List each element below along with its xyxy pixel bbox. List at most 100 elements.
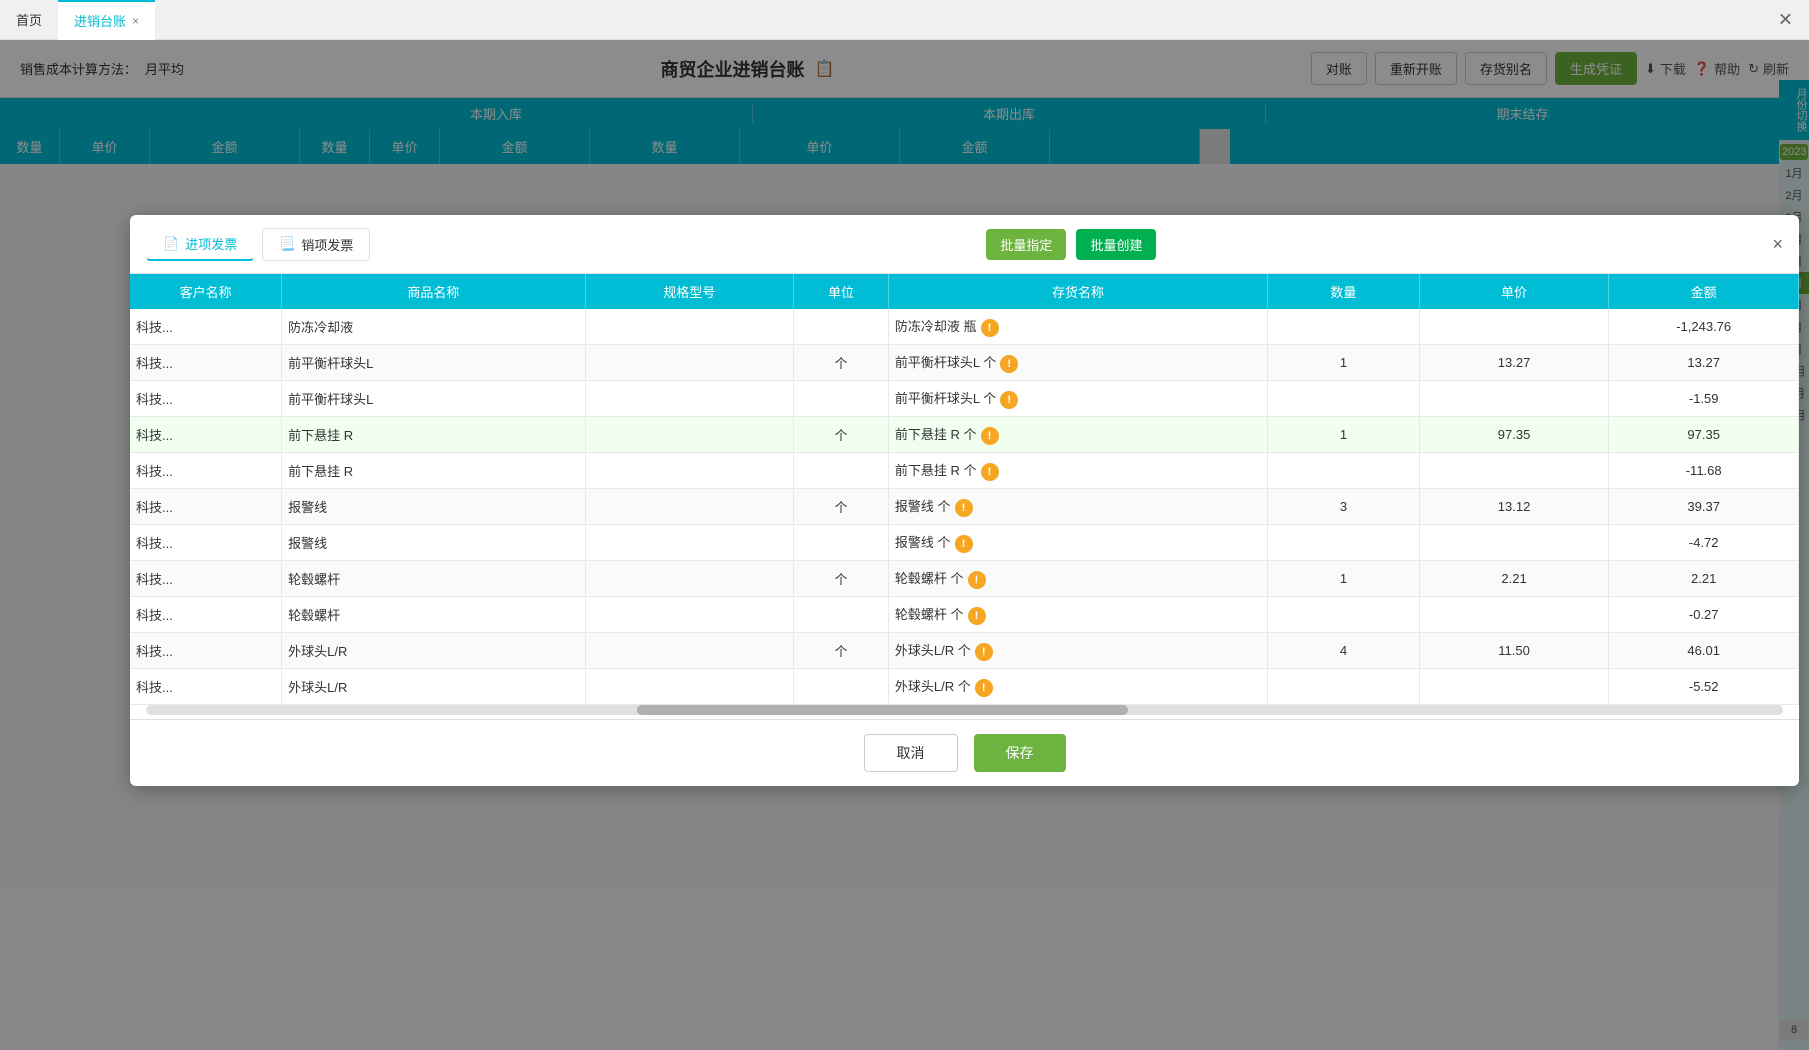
cell-qty: 1 bbox=[1268, 345, 1420, 381]
th-spec: 规格型号 bbox=[585, 274, 794, 309]
tab-invoice-out-label: 销项发票 bbox=[301, 235, 353, 254]
tab-invoice-in[interactable]: 📄 进项发票 bbox=[146, 227, 254, 261]
cell-product: 前平衡杆球头L bbox=[282, 345, 585, 381]
cell-amount: 2.21 bbox=[1609, 561, 1799, 597]
dialog-footer: 取消 保存 bbox=[130, 719, 1799, 786]
cell-product: 轮毂螺杆 bbox=[282, 597, 585, 633]
cell-price bbox=[1419, 453, 1609, 489]
cell-qty bbox=[1268, 597, 1420, 633]
save-button[interactable]: 保存 bbox=[974, 734, 1066, 772]
cell-amount: -4.72 bbox=[1609, 525, 1799, 561]
th-qty: 数量 bbox=[1268, 274, 1420, 309]
cell-inventory: 报警线 个! bbox=[888, 525, 1267, 561]
tab-bar: 首页 进销台账 × ✕ bbox=[0, 0, 1809, 40]
cell-qty: 4 bbox=[1268, 633, 1420, 669]
cell-customer: 科技... bbox=[130, 453, 282, 489]
table-row[interactable]: 科技... 前下悬挂 R 个 前下悬挂 R 个! 1 97.35 97.35 bbox=[130, 417, 1799, 453]
tab-home[interactable]: 首页 bbox=[0, 0, 58, 40]
cell-inventory: 前平衡杆球头L 个! bbox=[888, 381, 1267, 417]
table-row[interactable]: 科技... 前平衡杆球头L 前平衡杆球头L 个! -1.59 bbox=[130, 381, 1799, 417]
cell-spec bbox=[585, 669, 794, 705]
table-row[interactable]: 科技... 报警线 个 报警线 个! 3 13.12 39.37 bbox=[130, 489, 1799, 525]
cell-customer: 科技... bbox=[130, 489, 282, 525]
cell-product: 轮毂螺杆 bbox=[282, 561, 585, 597]
table-row[interactable]: 科技... 防冻冷却液 防冻冷却液 瓶! -1,243.76 bbox=[130, 309, 1799, 345]
cell-qty: 1 bbox=[1268, 561, 1420, 597]
warn-icon: ! bbox=[955, 499, 973, 517]
horizontal-scrollbar[interactable] bbox=[146, 705, 1783, 715]
cell-product: 报警线 bbox=[282, 525, 585, 561]
cell-amount: 46.01 bbox=[1609, 633, 1799, 669]
th-inventory: 存货名称 bbox=[888, 274, 1267, 309]
scroll-thumb[interactable] bbox=[637, 705, 1128, 715]
tab-ledger[interactable]: 进销台账 × bbox=[58, 0, 155, 40]
cell-customer: 科技... bbox=[130, 381, 282, 417]
batch-specify-button[interactable]: 批量指定 bbox=[986, 229, 1066, 260]
warn-icon: ! bbox=[975, 643, 993, 661]
cell-product: 报警线 bbox=[282, 489, 585, 525]
cell-product: 外球头L/R bbox=[282, 669, 585, 705]
cell-unit bbox=[794, 381, 889, 417]
cell-unit: 个 bbox=[794, 633, 889, 669]
cell-customer: 科技... bbox=[130, 417, 282, 453]
cancel-button[interactable]: 取消 bbox=[864, 734, 958, 772]
cell-price: 13.27 bbox=[1419, 345, 1609, 381]
table-row[interactable]: 科技... 外球头L/R 外球头L/R 个! -5.52 bbox=[130, 669, 1799, 705]
cell-spec bbox=[585, 489, 794, 525]
table-row[interactable]: 科技... 报警线 报警线 个! -4.72 bbox=[130, 525, 1799, 561]
cell-spec bbox=[585, 417, 794, 453]
cell-product: 防冻冷却液 bbox=[282, 309, 585, 345]
warn-icon: ! bbox=[975, 679, 993, 697]
tab-ledger-label: 进销台账 bbox=[74, 11, 126, 30]
cell-unit bbox=[794, 525, 889, 561]
cell-unit: 个 bbox=[794, 561, 889, 597]
cell-qty bbox=[1268, 453, 1420, 489]
table-row[interactable]: 科技... 外球头L/R 个 外球头L/R 个! 4 11.50 46.01 bbox=[130, 633, 1799, 669]
cell-amount: -5.52 bbox=[1609, 669, 1799, 705]
dialog-close-button[interactable]: × bbox=[1772, 234, 1783, 255]
th-price: 单价 bbox=[1419, 274, 1609, 309]
invoice-in-icon: 📄 bbox=[163, 236, 179, 252]
cell-product: 前下悬挂 R bbox=[282, 417, 585, 453]
cell-spec bbox=[585, 597, 794, 633]
cell-customer: 科技... bbox=[130, 669, 282, 705]
cell-unit: 个 bbox=[794, 417, 889, 453]
batch-create-button[interactable]: 批量创建 bbox=[1076, 229, 1156, 260]
cell-unit bbox=[794, 669, 889, 705]
th-customer: 客户名称 bbox=[130, 274, 282, 309]
cell-qty bbox=[1268, 669, 1420, 705]
cell-qty bbox=[1268, 525, 1420, 561]
th-product: 商品名称 bbox=[282, 274, 585, 309]
cell-spec bbox=[585, 453, 794, 489]
cell-spec bbox=[585, 525, 794, 561]
cell-amount: -1,243.76 bbox=[1609, 309, 1799, 345]
cell-customer: 科技... bbox=[130, 597, 282, 633]
cell-product: 前下悬挂 R bbox=[282, 453, 585, 489]
table-row[interactable]: 科技... 前平衡杆球头L 个 前平衡杆球头L 个! 1 13.27 13.27 bbox=[130, 345, 1799, 381]
th-amount: 金额 bbox=[1609, 274, 1799, 309]
cell-inventory: 防冻冷却液 瓶! bbox=[888, 309, 1267, 345]
cell-customer: 科技... bbox=[130, 633, 282, 669]
invoice-dialog: 📄 进项发票 📃 销项发票 批量指定 批量创建 × 客户名称 商品名称 规格 bbox=[130, 215, 1799, 786]
cell-amount: -1.59 bbox=[1609, 381, 1799, 417]
cell-product: 外球头L/R bbox=[282, 633, 585, 669]
cell-amount: 13.27 bbox=[1609, 345, 1799, 381]
tab-ledger-close[interactable]: × bbox=[132, 14, 139, 28]
cell-price bbox=[1419, 669, 1609, 705]
cell-price: 11.50 bbox=[1419, 633, 1609, 669]
tab-invoice-out[interactable]: 📃 销项发票 bbox=[262, 228, 370, 261]
cell-spec bbox=[585, 381, 794, 417]
cell-unit bbox=[794, 597, 889, 633]
cell-price: 13.12 bbox=[1419, 489, 1609, 525]
table-row[interactable]: 科技... 前下悬挂 R 前下悬挂 R 个! -11.68 bbox=[130, 453, 1799, 489]
table-row[interactable]: 科技... 轮毂螺杆 轮毂螺杆 个! -0.27 bbox=[130, 597, 1799, 633]
table-row[interactable]: 科技... 轮毂螺杆 个 轮毂螺杆 个! 1 2.21 2.21 bbox=[130, 561, 1799, 597]
main-area: 销售成本计算方法： 月平均 商贸企业进销台账 📋 对账 重新开账 存货别名 生成… bbox=[0, 40, 1809, 1050]
cell-spec bbox=[585, 633, 794, 669]
cell-unit bbox=[794, 453, 889, 489]
cell-customer: 科技... bbox=[130, 561, 282, 597]
cell-inventory: 外球头L/R 个! bbox=[888, 633, 1267, 669]
cell-price bbox=[1419, 381, 1609, 417]
app-close-button[interactable]: ✕ bbox=[1778, 9, 1793, 30]
cell-inventory: 轮毂螺杆 个! bbox=[888, 561, 1267, 597]
